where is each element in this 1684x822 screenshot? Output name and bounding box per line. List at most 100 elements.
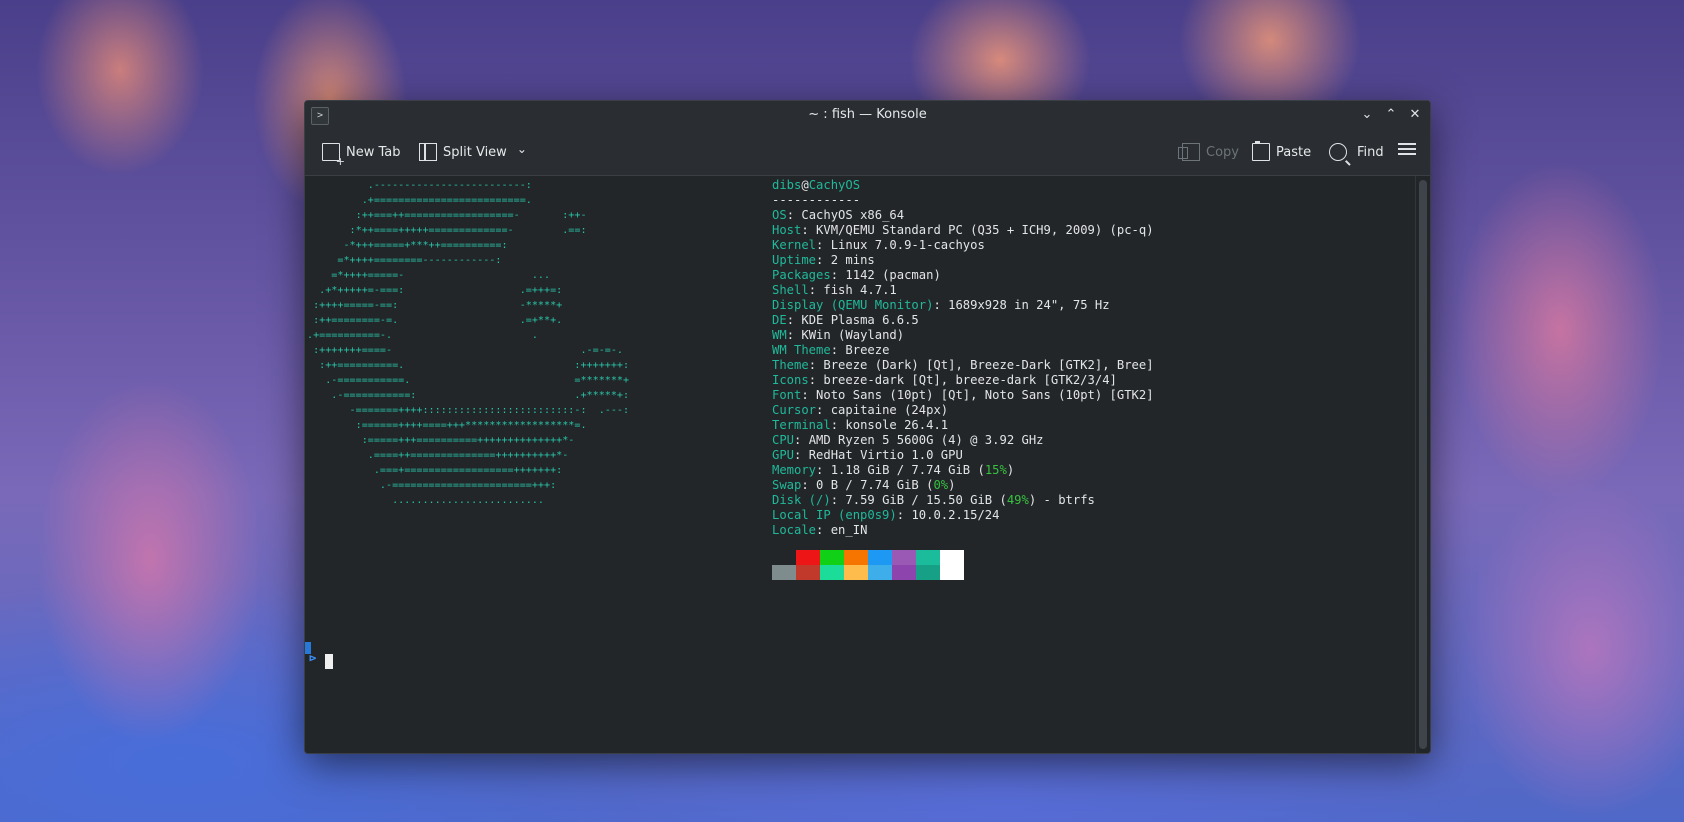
info-value: fish 4.7.1 [823, 283, 897, 297]
info-key: Local IP (enp0s9) [772, 508, 897, 522]
palette-swatch [916, 550, 940, 565]
info-key: Cursor [772, 403, 817, 417]
info-value: CachyOS x86_64 [801, 208, 905, 222]
logo-line: .===+==================+++++++: [307, 465, 563, 476]
maximize-icon[interactable]: ⌃ [1382, 106, 1400, 124]
info-key: Packages [772, 268, 831, 282]
info-value: capitaine (24px) [830, 403, 949, 417]
host-name: CachyOS [808, 178, 861, 192]
info-key: CPU [772, 433, 795, 447]
info-key: Font [772, 388, 802, 402]
paste-icon [1252, 141, 1270, 161]
info-value: KWin (Wayland) [801, 328, 905, 342]
logo-line: :++===++==================- :++- [307, 210, 587, 221]
logo-line: -*+++=====+***++==========: [307, 240, 508, 251]
info-value: 0 B / 7.74 GiB [816, 478, 919, 492]
info-key: DE [772, 313, 787, 327]
paste-button[interactable]: Paste [1252, 141, 1311, 162]
palette-row-bottom [772, 565, 964, 580]
logo-line: :++========-=. .=+**+. [307, 315, 563, 326]
copy-icon [1178, 143, 1200, 161]
hamburger-menu-icon [1398, 143, 1416, 161]
palette-swatch [796, 565, 820, 580]
at-sign: @ [801, 178, 809, 192]
palette-swatch [796, 550, 820, 565]
scrollbar[interactable] [1415, 176, 1430, 753]
palette-swatch [868, 565, 892, 580]
logo-line: -=======++++:::::::::::::::::::::::::-: … [307, 405, 630, 416]
info-value: en_IN [830, 523, 868, 537]
title-bar[interactable]: > ~ : fish — Konsole ⌄ ⌃ ✕ [305, 101, 1430, 129]
info-value: KDE Plasma 6.6.5 [801, 313, 919, 327]
info-value: RedHat Virtio 1.0 GPU [808, 448, 963, 462]
close-icon[interactable]: ✕ [1406, 106, 1424, 124]
find-button[interactable]: Find [1329, 142, 1384, 162]
minimize-icon[interactable]: ⌄ [1358, 106, 1376, 124]
chevron-down-icon[interactable]: ⌄ [517, 142, 527, 156]
logo-line: =*++++========------------: [307, 255, 502, 266]
info-key: Swap [772, 478, 802, 492]
disk-percent: 49% [1006, 493, 1029, 507]
palette-swatch [844, 550, 868, 565]
user-name: dibs [772, 178, 802, 192]
logo-line: .-===========: .+*****+: [307, 390, 630, 401]
info-value: 2 mins [830, 253, 875, 267]
info-key: GPU [772, 448, 795, 462]
split-view-button[interactable]: Split View ⌄ [419, 142, 527, 162]
info-key: WM [772, 328, 787, 342]
info-value: breeze-dark [Qt], breeze-dark [GTK2/3/4] [823, 373, 1117, 387]
info-value: KVM/QEMU Standard PC (Q35 + ICH9, 2009) … [816, 223, 1154, 237]
info-key: Memory [772, 463, 817, 477]
palette-swatch [772, 550, 796, 565]
info-value: Breeze [845, 343, 890, 357]
info-value: Noto Sans (10pt) [Qt], Noto Sans (10pt) … [816, 388, 1154, 402]
new-tab-label: New Tab [346, 144, 401, 160]
logo-line: ......................... [307, 495, 545, 506]
disk-suffix: - btrfs [1036, 493, 1095, 507]
palette-swatch [772, 565, 796, 580]
info-key: Uptime [772, 253, 817, 267]
split-view-icon [419, 143, 437, 161]
logo-line: :=====+++==========++++++++++++++*- [307, 435, 575, 446]
info-value: konsole 26.4.1 [845, 418, 949, 432]
logo-line: =*++++=====- ... [307, 270, 551, 281]
menu-button[interactable] [1398, 142, 1416, 162]
toolbar: New Tab Split View ⌄ Copy Paste Find [305, 129, 1430, 176]
logo-line: .+=========================. [307, 195, 532, 206]
new-tab-button[interactable]: New Tab [322, 142, 401, 168]
search-icon [1329, 143, 1347, 161]
text-cursor [325, 654, 333, 669]
info-value: 10.0.2.15/24 [911, 508, 1000, 522]
memory-percent: 15% [984, 463, 1007, 477]
scrollbar-thumb[interactable] [1419, 180, 1427, 749]
new-tab-icon [322, 143, 345, 168]
cachyos-ascii-logo: .-------------------------: .+==========… [307, 178, 629, 508]
logo-line: .-=======================+++: [307, 480, 557, 491]
konsole-window: > ~ : fish — Konsole ⌄ ⌃ ✕ New Tab Split… [304, 100, 1431, 754]
palette-swatch [892, 550, 916, 565]
swap-percent: 0% [933, 478, 949, 492]
info-lines: OS: CachyOS x86_64 Host: KVM/QEMU Standa… [772, 208, 1154, 462]
palette-swatch [940, 550, 964, 565]
info-key: Terminal [772, 418, 831, 432]
color-palette [772, 550, 964, 580]
info-value: AMD Ryzen 5 5600G (4) @ 3.92 GHz [808, 433, 1044, 447]
window-title: ~ : fish — Konsole [808, 107, 927, 122]
info-value: 7.59 GiB / 15.50 GiB [845, 493, 993, 507]
palette-swatch [940, 565, 964, 580]
logo-line: :++++=====-==: -*****+ [307, 300, 563, 311]
info-key: WM Theme [772, 343, 831, 357]
fastfetch-info: dibs@CachyOS ------------ OS: CachyOS x8… [772, 178, 1154, 537]
info-value: Breeze (Dark) [Qt], Breeze-Dark [GTK2], … [823, 358, 1154, 372]
info-key: Host [772, 223, 802, 237]
copy-button[interactable]: Copy [1177, 142, 1239, 162]
logo-line: .+*+++++=-===: .=+++=: [307, 285, 563, 296]
palette-swatch [820, 565, 844, 580]
info-value: 1142 (pacman) [845, 268, 941, 282]
info-key: Icons [772, 373, 809, 387]
split-view-label: Split View [443, 144, 507, 160]
logo-line: .====++==============++++++++++*- [307, 450, 569, 461]
logo-line: .-===========. =*******+ [307, 375, 630, 386]
info-key: Theme [772, 358, 809, 372]
terminal-view[interactable]: .-------------------------: .+==========… [305, 176, 1416, 753]
